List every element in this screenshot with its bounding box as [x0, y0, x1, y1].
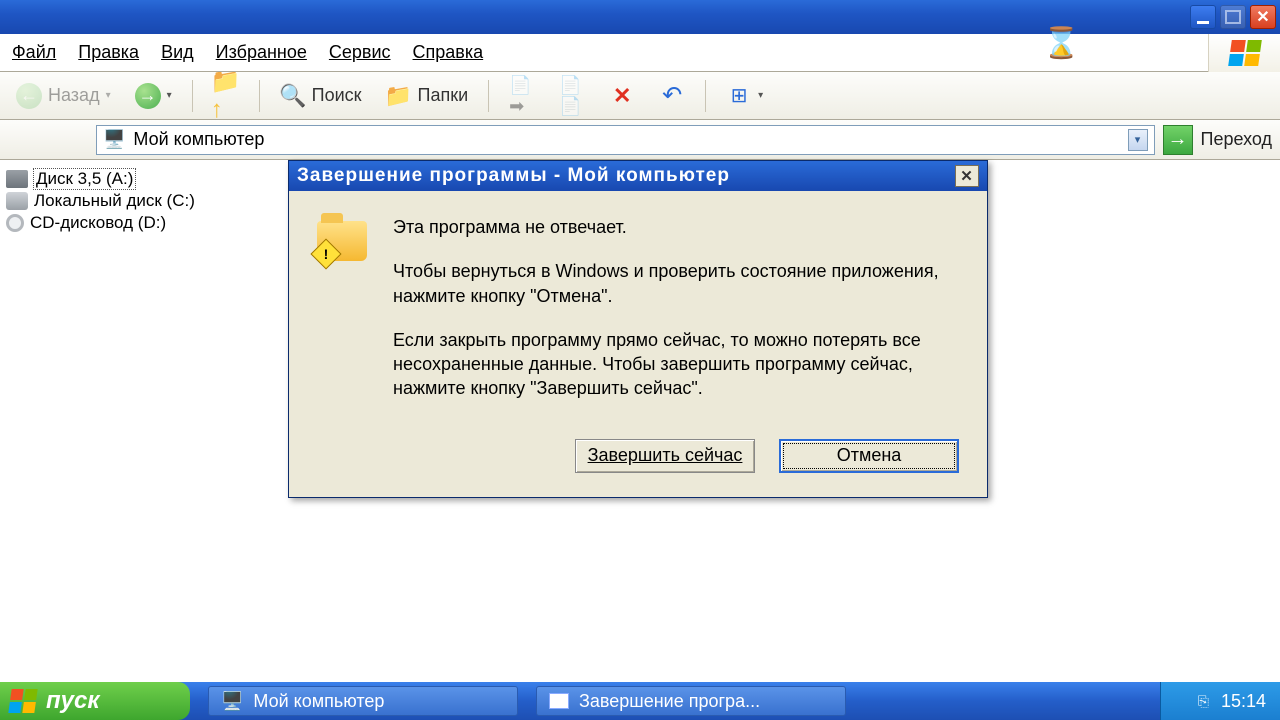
folders-button[interactable]: 📁 Папки [378, 79, 477, 113]
forward-button[interactable]: → ▾ [127, 79, 180, 113]
dialog-title-text: Завершение программы - Мой компьютер [297, 165, 730, 187]
dialog-close-button[interactable]: ✕ [955, 165, 979, 187]
menu-bar: Файл Правка Вид Избранное Сервис Справка… [0, 34, 1280, 72]
task-label: Мой компьютер [253, 691, 384, 712]
hdd-icon [6, 192, 28, 210]
arrow-left-icon: ← [16, 83, 42, 109]
chevron-down-icon: ▾ [106, 90, 111, 101]
minimize-button[interactable] [1190, 5, 1216, 29]
undo-icon: ↶ [659, 83, 685, 109]
start-label: пуск [46, 687, 100, 715]
task-label: Завершение програ... [579, 691, 760, 712]
back-label: Назад [48, 85, 100, 106]
copy-to-button[interactable]: 📄📄 [551, 79, 593, 113]
go-icon: → [1163, 125, 1193, 155]
separator [192, 80, 193, 112]
drive-label: Локальный диск (C:) [34, 191, 195, 211]
throbber-logo [1208, 34, 1280, 72]
close-button[interactable] [1250, 5, 1276, 29]
dialog-line2: Чтобы вернуться в Windows и проверить со… [393, 259, 959, 308]
busy-cursor-icon: ⌛ [1043, 26, 1080, 61]
search-button[interactable]: 🔍 Поиск [272, 79, 370, 113]
window-icon [549, 693, 569, 709]
cd-icon [6, 214, 24, 232]
floppy-icon [6, 170, 28, 188]
cancel-button[interactable]: Отмена [779, 439, 959, 473]
copy-to-icon: 📄📄 [559, 83, 585, 109]
maximize-button[interactable] [1220, 5, 1246, 29]
go-label: Переход [1201, 129, 1273, 150]
dialog-titlebar[interactable]: Завершение программы - Мой компьютер ✕ [289, 161, 987, 191]
dialog-line1: Эта программа не отвечает. [393, 215, 959, 239]
delete-button[interactable]: ✕ [601, 79, 643, 113]
drive-label: CD-дисковод (D:) [30, 213, 166, 233]
menu-file[interactable]: Файл [12, 42, 56, 63]
search-label: Поиск [312, 85, 362, 106]
separator [705, 80, 706, 112]
tray-icon[interactable]: ⎘ [1198, 693, 1209, 710]
up-button[interactable]: 📁↑ [205, 79, 247, 113]
address-dropdown-button[interactable]: ▾ [1128, 129, 1148, 151]
folder-up-icon: 📁↑ [213, 83, 239, 109]
folder-icon: 📁 [386, 83, 412, 109]
separator [488, 80, 489, 112]
drive-label: Диск 3,5 (A:) [34, 169, 135, 189]
dialog-body: Эта программа не отвечает. Чтобы вернуть… [289, 191, 987, 439]
clock[interactable]: 15:14 [1221, 691, 1266, 712]
chevron-down-icon: ▾ [167, 90, 172, 101]
menu-edit[interactable]: Правка [78, 42, 139, 63]
search-icon: 🔍 [280, 83, 306, 109]
arrow-right-icon: → [135, 83, 161, 109]
menu-help[interactable]: Справка [413, 42, 484, 63]
taskbar-item-end-program[interactable]: Завершение програ... [536, 686, 846, 716]
window-titlebar [0, 0, 1280, 34]
address-value: Мой компьютер [133, 129, 264, 150]
dialog-line3: Если закрыть программу прямо сейчас, то … [393, 328, 959, 401]
system-tray[interactable]: ⎘ 15:14 [1160, 682, 1280, 720]
back-button[interactable]: ← Назад ▾ [8, 79, 119, 113]
address-combobox[interactable]: 🖥️ Мой компьютер ▾ [96, 125, 1155, 155]
move-to-button[interactable]: 📄➡ [501, 79, 543, 113]
content-area: Диск 3,5 (A:) Локальный диск (C:) CD-дис… [0, 160, 1280, 682]
start-button[interactable]: пуск [0, 682, 190, 720]
windows-logo-icon [8, 689, 37, 713]
dialog-icon [317, 215, 373, 421]
undo-button[interactable]: ↶ [651, 79, 693, 113]
taskbar: пуск 🖥️ Мой компьютер Завершение програ.… [0, 682, 1280, 720]
chevron-down-icon: ▾ [758, 90, 763, 101]
end-program-dialog: Завершение программы - Мой компьютер ✕ Э… [288, 160, 988, 498]
end-now-button[interactable]: Завершить сейчас [575, 439, 755, 473]
toolbar: ← Назад ▾ → ▾ 📁↑ 🔍 Поиск 📁 Папки 📄➡ 📄📄 ✕… [0, 72, 1280, 120]
dialog-text: Эта программа не отвечает. Чтобы вернуть… [393, 215, 959, 421]
address-bar-row: 🖥️ Мой компьютер ▾ → Переход [0, 120, 1280, 160]
folders-label: Папки [418, 85, 469, 106]
delete-icon: ✕ [609, 83, 635, 109]
menu-favorites[interactable]: Избранное [216, 42, 307, 63]
menu-view[interactable]: Вид [161, 42, 194, 63]
go-button[interactable]: → Переход [1163, 125, 1273, 155]
separator [259, 80, 260, 112]
move-to-icon: 📄➡ [509, 83, 535, 109]
dialog-button-row: Завершить сейчас Отмена [289, 439, 987, 497]
views-button[interactable]: ⊞ ▾ [718, 79, 771, 113]
taskbar-item-my-computer[interactable]: 🖥️ Мой компьютер [208, 686, 518, 716]
my-computer-icon: 🖥️ [221, 691, 243, 712]
menu-tools[interactable]: Сервис [329, 42, 391, 63]
my-computer-icon: 🖥️ [103, 129, 125, 150]
views-icon: ⊞ [726, 83, 752, 109]
